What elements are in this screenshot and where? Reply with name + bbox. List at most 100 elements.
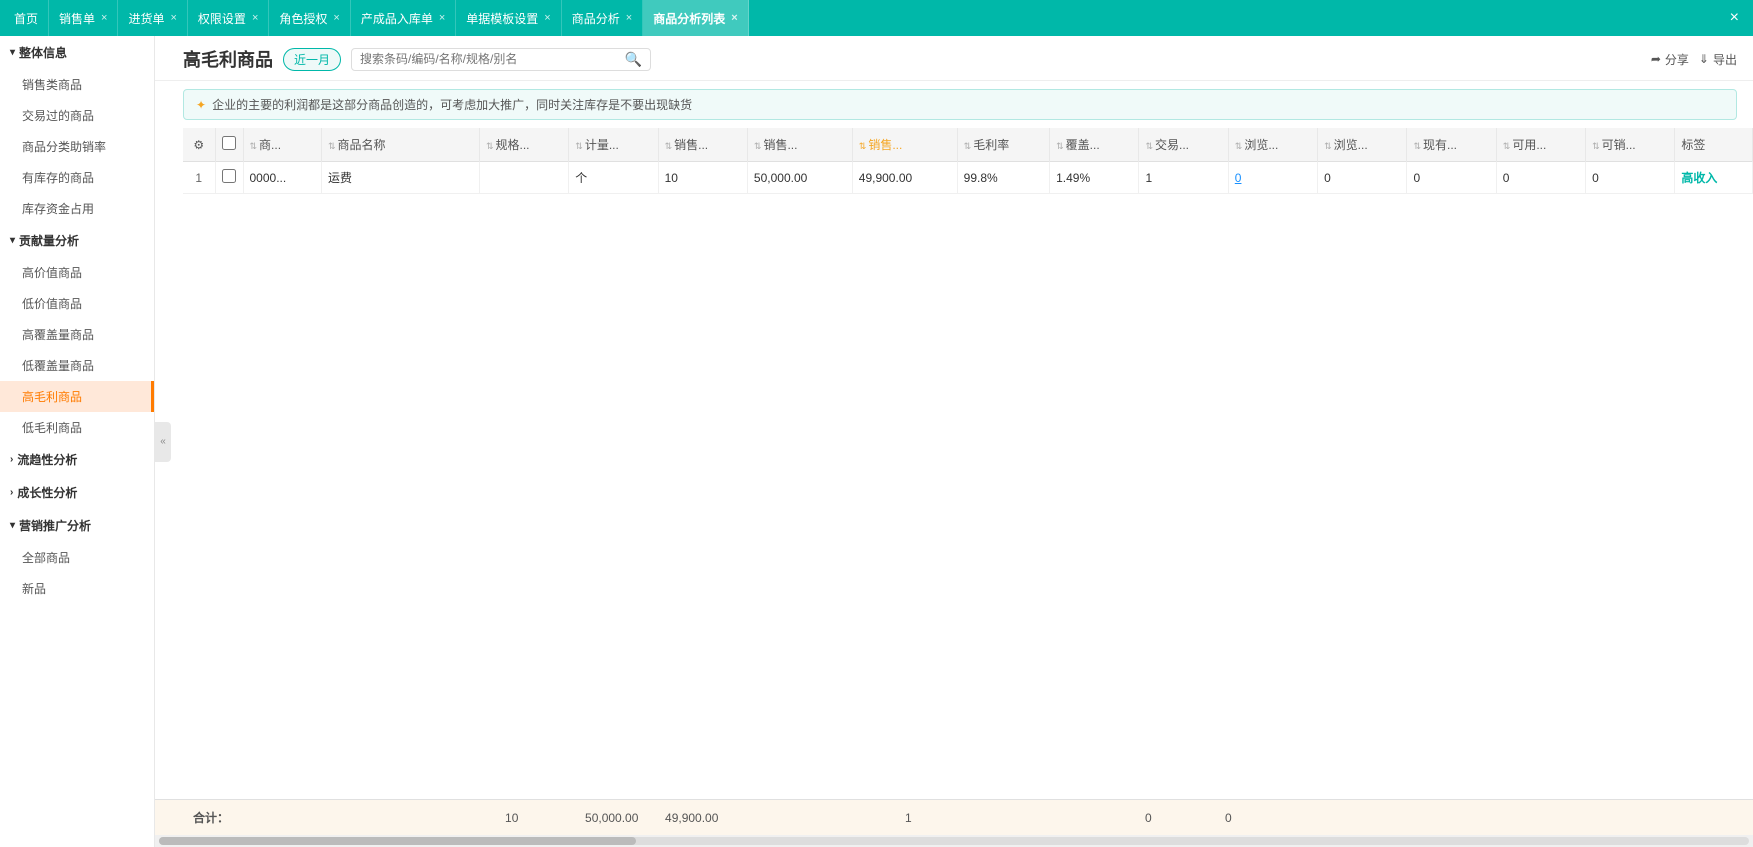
cell-sales-qty: 10: [658, 162, 747, 194]
footer-spacer-4: [979, 811, 1059, 825]
share-icon: ➦: [1651, 52, 1661, 66]
sidebar-item-traded-goods[interactable]: 交易过的商品: [0, 100, 154, 131]
cell-available: 0: [1496, 162, 1585, 194]
sidebar-item-high-coverage[interactable]: 高覆盖量商品: [0, 319, 154, 350]
search-icon[interactable]: 🔍: [625, 51, 642, 68]
row-checkbox[interactable]: [222, 169, 236, 183]
close-analysis-tab[interactable]: ×: [626, 12, 632, 24]
sidebar-item-new-goods[interactable]: 新品: [0, 573, 154, 604]
nav-tab-sales[interactable]: 销售单 ×: [49, 0, 118, 36]
close-sales-tab[interactable]: ×: [101, 12, 107, 24]
collapse-sidebar-btn[interactable]: «: [155, 422, 171, 462]
col-settings[interactable]: ⚙: [183, 128, 215, 162]
cell-checkbox: [215, 162, 243, 194]
footer-spacer-1: [249, 811, 499, 825]
close-all-tabs-btn[interactable]: ×: [1720, 9, 1749, 27]
select-all-checkbox[interactable]: [222, 136, 236, 150]
sidebar-item-low-margin[interactable]: 低毛利商品: [0, 412, 154, 443]
col-unit[interactable]: ⇅计量...: [569, 128, 658, 162]
nav-tab-template[interactable]: 单据模板设置 ×: [456, 0, 561, 36]
col-current-stock[interactable]: ⇅现有...: [1407, 128, 1496, 162]
close-template-tab[interactable]: ×: [544, 12, 550, 24]
cell-trade: 1: [1139, 162, 1228, 194]
col-sellable[interactable]: ⇅可销...: [1586, 128, 1675, 162]
data-table: ⚙ ⇅商... ⇅商品名称 ⇅规格... ⇅计量... ⇅销售... ⇅销售..…: [183, 128, 1753, 194]
sidebar-item-stock-capital[interactable]: 库存资金占用: [0, 193, 154, 224]
sidebar-section-overall[interactable]: ▾ 整体信息: [0, 36, 154, 69]
sidebar-item-stocked-goods[interactable]: 有库存的商品: [0, 162, 154, 193]
col-sales-amount[interactable]: ⇅销售...: [747, 128, 852, 162]
cell-view1[interactable]: 0: [1228, 162, 1317, 194]
arrow-contribution: ▾: [10, 235, 15, 246]
sidebar-item-category-rate[interactable]: 商品分类助销率: [0, 131, 154, 162]
cell-num: 1: [183, 162, 215, 194]
cell-tag: 高收入: [1675, 162, 1753, 194]
export-btn[interactable]: ⇓ 导出: [1699, 51, 1737, 68]
close-role-tab[interactable]: ×: [333, 12, 339, 24]
nav-tab-home[interactable]: 首页: [4, 0, 49, 36]
content-header: 高毛利商品 近一月 🔍 ➦ 分享 ⇓ 导出: [155, 36, 1753, 81]
nav-tab-permission[interactable]: 权限设置 ×: [188, 0, 269, 36]
nav-tab-purchase[interactable]: 进货单 ×: [118, 0, 187, 36]
close-permission-tab[interactable]: ×: [252, 12, 258, 24]
footer-sales-amount: 50,000.00: [579, 811, 659, 825]
col-sales-qty[interactable]: ⇅销售...: [658, 128, 747, 162]
cell-sales-profit: 49,900.00: [852, 162, 957, 194]
sidebar-section-contribution[interactable]: ▾ 贡献量分析: [0, 224, 154, 257]
footer-spacer-3: [819, 811, 899, 825]
nav-tab-role[interactable]: 角色授权 ×: [269, 0, 350, 36]
total-label: 合计：: [183, 809, 249, 826]
col-checkbox: [215, 128, 243, 162]
col-tag[interactable]: 标签: [1675, 128, 1753, 162]
col-view1[interactable]: ⇅浏览...: [1228, 128, 1317, 162]
footer-trade: 1: [899, 811, 979, 825]
col-spec[interactable]: ⇅规格...: [479, 128, 568, 162]
col-trade[interactable]: ⇅交易...: [1139, 128, 1228, 162]
sidebar-item-low-coverage[interactable]: 低覆盖量商品: [0, 350, 154, 381]
footer-available: 0: [1219, 811, 1299, 825]
sidebar-item-high-margin[interactable]: 高毛利商品: [0, 381, 154, 412]
sidebar-section-growth[interactable]: › 成长性分析: [0, 476, 154, 509]
settings-icon[interactable]: ⚙: [193, 138, 204, 152]
page-title: 高毛利商品: [183, 46, 273, 72]
nav-tab-analysis[interactable]: 商品分析 ×: [562, 0, 643, 36]
col-available[interactable]: ⇅可用...: [1496, 128, 1585, 162]
info-banner: ✦ 企业的主要的利润都是这部分商品创造的，可考虑加大推广，同时关注库存是不要出现…: [183, 89, 1737, 120]
info-icon: ✦: [196, 98, 206, 112]
scrollbar-thumb[interactable]: [159, 837, 636, 845]
close-inbound-tab[interactable]: ×: [439, 12, 445, 24]
col-gross-margin[interactable]: ⇅毛利率: [957, 128, 1049, 162]
info-text: 企业的主要的利润都是这部分商品创造的，可考虑加大推广，同时关注库存是不要出现缺货: [212, 96, 692, 113]
arrow-overall: ▾: [10, 47, 15, 58]
content-area: « 高毛利商品 近一月 🔍 ➦ 分享 ⇓ 导出 ✦ 企: [155, 36, 1753, 847]
col-name[interactable]: ⇅商品名称: [322, 128, 480, 162]
search-input[interactable]: [360, 52, 625, 66]
table-container[interactable]: ⚙ ⇅商... ⇅商品名称 ⇅规格... ⇅计量... ⇅销售... ⇅销售..…: [155, 128, 1753, 799]
footer-total: 合计： 10 50,000.00 49,900.00 1 0 0: [155, 799, 1753, 835]
main-layout: ▾ 整体信息 销售类商品 交易过的商品 商品分类助销率 有库存的商品 库存资金占…: [0, 36, 1753, 847]
top-nav: 首页 销售单 × 进货单 × 权限设置 × 角色授权 × 产成品入库单 × 单据…: [0, 0, 1753, 36]
close-purchase-tab[interactable]: ×: [170, 12, 176, 24]
col-view2[interactable]: ⇅浏览...: [1318, 128, 1407, 162]
cell-view2: 0: [1318, 162, 1407, 194]
col-code[interactable]: ⇅商...: [243, 128, 322, 162]
nav-tab-inbound[interactable]: 产成品入库单 ×: [351, 0, 456, 36]
sidebar-item-low-value[interactable]: 低价值商品: [0, 288, 154, 319]
footer-sales-profit: 49,900.00: [659, 811, 739, 825]
bottom-scrollbar[interactable]: [155, 835, 1753, 847]
sidebar-section-marketing[interactable]: ▾ 营销推广分析: [0, 509, 154, 542]
arrow-growth: ›: [10, 487, 13, 498]
cell-spec: [479, 162, 568, 194]
filter-month-btn[interactable]: 近一月: [283, 48, 341, 71]
sidebar-item-all-goods[interactable]: 全部商品: [0, 542, 154, 573]
sidebar-item-sales-goods[interactable]: 销售类商品: [0, 69, 154, 100]
nav-tab-analysis-list[interactable]: 商品分析列表 ×: [643, 0, 748, 36]
col-sales-profit[interactable]: ⇅销售...: [852, 128, 957, 162]
cell-unit: 个: [569, 162, 658, 194]
share-btn[interactable]: ➦ 分享: [1651, 51, 1689, 68]
sidebar-item-high-value[interactable]: 高价值商品: [0, 257, 154, 288]
close-analysis-list-tab[interactable]: ×: [731, 12, 737, 24]
sidebar-section-trend[interactable]: › 流趋性分析: [0, 443, 154, 476]
sidebar: ▾ 整体信息 销售类商品 交易过的商品 商品分类助销率 有库存的商品 库存资金占…: [0, 36, 155, 847]
col-coverage[interactable]: ⇅覆盖...: [1050, 128, 1139, 162]
